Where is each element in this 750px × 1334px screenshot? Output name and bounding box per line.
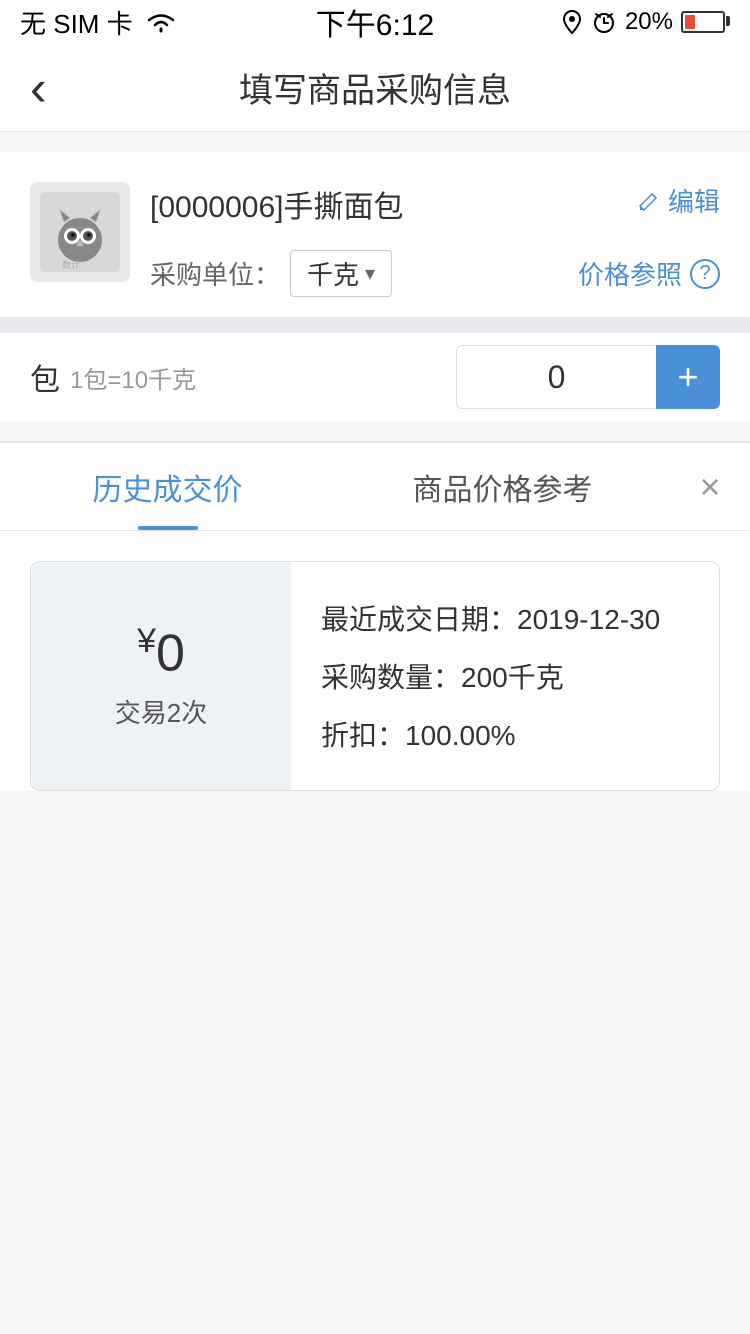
- qty-convert-text: 1包=10千克: [70, 360, 196, 395]
- product-left: 数计 [0000006]手撕面包 采购单位： 千克 ▾: [30, 182, 403, 297]
- back-button[interactable]: ‹: [30, 63, 47, 113]
- product-edit-button[interactable]: 编辑: [636, 182, 720, 219]
- price-ref-link[interactable]: 价格参照: [578, 255, 682, 292]
- discount-value: 100.00%: [405, 720, 516, 751]
- product-header: 数计 [0000006]手撕面包 采购单位： 千克 ▾: [30, 182, 720, 297]
- unit-arrow-icon: ▾: [365, 261, 375, 286]
- section-divider: [0, 317, 750, 333]
- history-price: ¥0: [137, 622, 185, 683]
- svg-text:数计: 数计: [62, 259, 80, 270]
- product-unit-row: 采购单位： 千克 ▾: [150, 250, 403, 297]
- price-ref-hint-icon[interactable]: ?: [690, 259, 720, 289]
- purchase-qty-label: 采购数量：: [321, 662, 461, 693]
- status-bar: 无 SIM 卡 下午6:12 20%: [0, 0, 750, 44]
- no-sim-text: 无 SIM 卡: [20, 4, 133, 41]
- battery-icon: [681, 11, 730, 33]
- price-ref-row[interactable]: 价格参照 ?: [578, 255, 720, 292]
- price-panel: 历史成交价 商品价格参考 × ¥0 交易2次 最近成交日期：2019-12-30…: [0, 441, 750, 791]
- product-thumbnail: 数计: [30, 182, 130, 282]
- qty-input-block: 0 +: [230, 345, 720, 409]
- discount-row: 折扣：100.00%: [321, 714, 689, 754]
- unit-label: 采购单位：: [150, 255, 280, 292]
- purchase-qty-row: 采购数量：200千克: [321, 656, 689, 696]
- unit-selector[interactable]: 千克 ▾: [290, 250, 392, 297]
- panel-close-button[interactable]: ×: [670, 443, 750, 531]
- qty-input[interactable]: 0: [456, 345, 656, 409]
- price-currency-symbol: ¥: [137, 622, 156, 660]
- product-card: 数计 [0000006]手撕面包 采购单位： 千克 ▾: [0, 152, 750, 317]
- discount-label: 折扣：: [321, 720, 405, 751]
- owl-logo: 数计: [40, 192, 120, 272]
- price-value: 0: [156, 624, 185, 682]
- recent-date-row: 最近成交日期：2019-12-30: [321, 598, 689, 638]
- qty-unit-badge: 包: [30, 355, 60, 399]
- recent-date-label: 最近成交日期：: [321, 604, 517, 635]
- edit-icon: [636, 188, 662, 214]
- qty-value: 0: [548, 359, 566, 396]
- status-time: 下午6:12: [316, 0, 434, 44]
- history-card: ¥0 交易2次 最近成交日期：2019-12-30 采购数量：200千克 折扣：…: [30, 561, 720, 791]
- alarm-icon: [591, 9, 617, 35]
- quantity-row: 包 1包=10千克 0 +: [0, 333, 750, 421]
- history-left: ¥0 交易2次: [31, 562, 291, 790]
- status-right: 20%: [561, 8, 730, 36]
- page-title: 填写商品采购信息: [239, 63, 511, 112]
- tab-history-price[interactable]: 历史成交价: [0, 443, 335, 530]
- tabs-bar: 历史成交价 商品价格参考 ×: [0, 443, 750, 531]
- status-left: 无 SIM 卡: [20, 4, 179, 41]
- product-info: [0000006]手撕面包 采购单位： 千克 ▾: [150, 182, 403, 297]
- purchase-qty-value: 200千克: [461, 662, 564, 693]
- location-icon: [561, 9, 583, 35]
- wifi-icon: [143, 9, 179, 35]
- trade-count: 交易2次: [115, 693, 207, 730]
- recent-date-value: 2019-12-30: [517, 604, 660, 635]
- unit-value: 千克: [307, 255, 359, 292]
- history-right: 最近成交日期：2019-12-30 采购数量：200千克 折扣：100.00%: [291, 562, 719, 790]
- product-right: 编辑 价格参照 ?: [578, 182, 720, 292]
- nav-bar: ‹ 填写商品采购信息: [0, 44, 750, 132]
- tab-underline: [138, 526, 198, 530]
- battery-percent: 20%: [625, 8, 673, 36]
- qty-label-block: 包 1包=10千克: [30, 355, 230, 399]
- tab-product-price-ref[interactable]: 商品价格参考: [335, 443, 670, 530]
- qty-plus-button[interactable]: +: [656, 345, 720, 409]
- product-name: [0000006]手撕面包: [150, 182, 403, 226]
